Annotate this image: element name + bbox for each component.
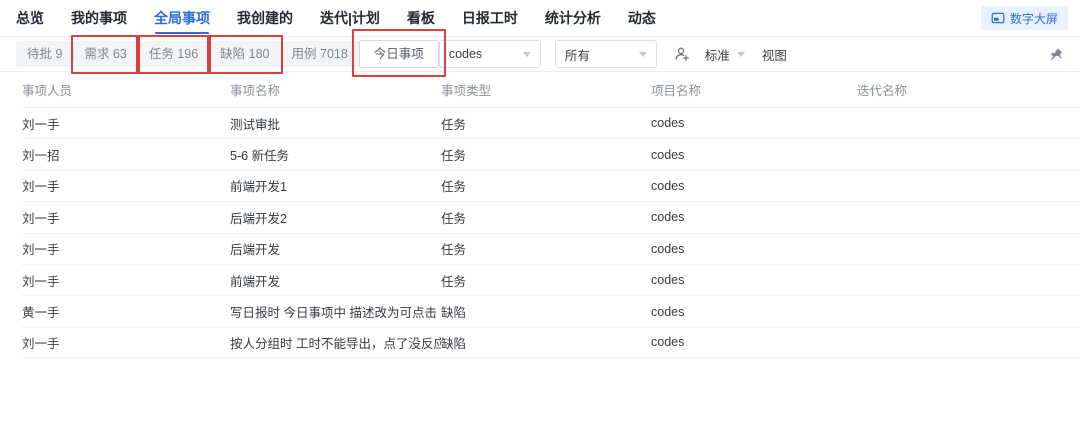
cell-item-name: 后端开发 bbox=[230, 243, 281, 258]
tab-daily-report-hours[interactable]: 日报工时 bbox=[462, 0, 518, 36]
data-screen-icon bbox=[991, 11, 1005, 25]
cell-person: 刘一手 bbox=[22, 211, 60, 226]
column-header-project: 项目名称 bbox=[651, 84, 702, 98]
cell-project: codes bbox=[651, 241, 685, 256]
cell-item-type: 缺陷 bbox=[441, 336, 467, 351]
cell-item-name: 前端开发1 bbox=[230, 180, 287, 195]
cell-project: codes bbox=[651, 116, 685, 131]
cell-project: codes bbox=[651, 273, 685, 288]
cell-project: codes bbox=[651, 335, 685, 350]
tab-my-items[interactable]: 我的事项 bbox=[71, 0, 127, 36]
table-row[interactable]: 刘一手 后端开发2 任务 codes bbox=[22, 201, 1080, 232]
filter-tab-today-items-label: 今日事项 bbox=[373, 47, 424, 61]
tab-iteration-plan[interactable]: 迭代|计划 bbox=[320, 0, 380, 36]
cell-person: 刘一手 bbox=[22, 243, 60, 258]
column-header-item-name: 事项名称 bbox=[230, 84, 281, 98]
pin-button[interactable] bbox=[1047, 45, 1066, 64]
filter-tab-tasks[interactable]: 任务 196 bbox=[135, 35, 212, 74]
filter-tab-test-cases[interactable]: 用例 7018 bbox=[280, 41, 359, 67]
table-row[interactable]: 刘一手 前端开发1 任务 codes bbox=[22, 169, 1080, 201]
filter-tab-defects[interactable]: 缺陷 180 bbox=[207, 35, 283, 74]
tab-global-items[interactable]: 全局事项 bbox=[154, 0, 210, 36]
table-row[interactable]: 刘一手 后端开发 任务 codes bbox=[22, 232, 1080, 264]
cell-item-type: 任务 bbox=[441, 180, 467, 195]
table-row[interactable]: 刘一手 测试审批 任务 codes bbox=[22, 107, 1080, 138]
cell-person: 刘一手 bbox=[22, 117, 60, 132]
cell-item-name: 写日报时 今日事项中 描述改为可点击 显示... bbox=[230, 306, 441, 321]
tab-statistics[interactable]: 统计分析 bbox=[545, 0, 601, 36]
cell-item-name: 5-6 新任务 bbox=[230, 149, 290, 164]
tab-overview[interactable]: 总览 bbox=[16, 0, 44, 36]
tab-kanban[interactable]: 看板 bbox=[407, 0, 435, 36]
digital-big-screen-button[interactable]: 数字大屏 bbox=[980, 6, 1068, 30]
filter-tab-pending-approval[interactable]: 待批 9 bbox=[16, 41, 73, 67]
digital-big-screen-label: 数字大屏 bbox=[1009, 11, 1058, 26]
cell-item-type: 缺陷 bbox=[441, 306, 467, 321]
cell-item-name: 按人分组时 工时不能导出，点了没反应 bbox=[230, 336, 441, 351]
cell-item-name: 前端开发 bbox=[230, 274, 281, 289]
cell-item-name: 测试审批 bbox=[230, 117, 281, 132]
cell-project: codes bbox=[651, 304, 685, 319]
pushpin-icon bbox=[1049, 47, 1064, 62]
item-type-segmented-control: 待批 9 需求 63 任务 196 缺陷 180 用例 7018 今日事项 bbox=[16, 29, 446, 77]
project-select[interactable]: codes bbox=[438, 40, 541, 68]
column-header-item-type: 事项类型 bbox=[441, 84, 492, 98]
top-navigation: 总览 我的事项 全局事项 我创建的 迭代|计划 看板 日报工时 统计分析 动态 … bbox=[0, 0, 1080, 37]
view-mode-value: 标准 bbox=[704, 48, 730, 63]
table-row[interactable]: 黄一手 写日报时 今日事项中 描述改为可点击 显示... 缺陷 codes bbox=[22, 295, 1080, 326]
view-mode-select[interactable]: 标准 bbox=[705, 45, 745, 64]
cell-item-type: 任务 bbox=[441, 274, 467, 289]
table-row[interactable]: 刘一招 5-6 新任务 任务 codes bbox=[22, 138, 1080, 169]
cell-person: 刘一招 bbox=[22, 149, 60, 164]
cell-person: 黄一手 bbox=[22, 306, 60, 321]
chevron-down-icon bbox=[522, 51, 531, 57]
cell-item-type: 任务 bbox=[441, 149, 467, 164]
project-select-value: codes bbox=[448, 47, 483, 61]
filter-tab-tasks-label: 任务 196 bbox=[148, 47, 199, 61]
table-row[interactable]: 刘一手 前端开发 任务 codes bbox=[22, 263, 1080, 295]
cell-person: 刘一手 bbox=[22, 336, 60, 351]
cell-project: codes bbox=[651, 178, 685, 193]
cell-person: 刘一手 bbox=[22, 180, 60, 195]
scope-select[interactable]: 所有 bbox=[554, 40, 657, 68]
add-user-icon bbox=[674, 46, 690, 62]
column-header-person: 事项人员 bbox=[22, 84, 73, 98]
view-button[interactable]: 视图 bbox=[762, 45, 787, 64]
tab-created-by-me[interactable]: 我创建的 bbox=[237, 0, 293, 36]
add-user-button[interactable] bbox=[674, 46, 690, 62]
items-table: 事项人员 事项名称 事项类型 项目名称 迭代名称 刘一手 测试审批 任务 cod… bbox=[0, 72, 1080, 359]
filter-tab-today-items[interactable]: 今日事项 bbox=[351, 29, 446, 77]
filter-tab-defects-label: 缺陷 180 bbox=[220, 47, 270, 61]
cell-person: 刘一手 bbox=[22, 274, 60, 289]
cell-item-name: 后端开发2 bbox=[230, 211, 287, 226]
table-row[interactable]: 刘一手 按人分组时 工时不能导出，点了没反应 缺陷 codes bbox=[22, 326, 1080, 359]
filter-tab-requirements[interactable]: 需求 63 bbox=[71, 35, 140, 74]
filter-tab-requirements-label: 需求 63 bbox=[84, 47, 127, 61]
cell-item-type: 任务 bbox=[441, 117, 467, 132]
cell-project: codes bbox=[651, 210, 685, 225]
tab-activity[interactable]: 动态 bbox=[628, 0, 656, 36]
cell-item-type: 任务 bbox=[441, 243, 467, 258]
cell-item-type: 任务 bbox=[441, 211, 467, 226]
filter-bar: 待批 9 需求 63 任务 196 缺陷 180 用例 7018 今日事项 co… bbox=[0, 29, 1080, 77]
table-header-row: 事项人员 事项名称 事项类型 项目名称 迭代名称 bbox=[22, 72, 1080, 107]
chevron-down-icon bbox=[736, 51, 745, 57]
column-header-iteration: 迭代名称 bbox=[857, 84, 908, 98]
scope-select-value: 所有 bbox=[564, 48, 590, 63]
cell-project: codes bbox=[651, 147, 685, 162]
chevron-down-icon bbox=[638, 51, 647, 57]
